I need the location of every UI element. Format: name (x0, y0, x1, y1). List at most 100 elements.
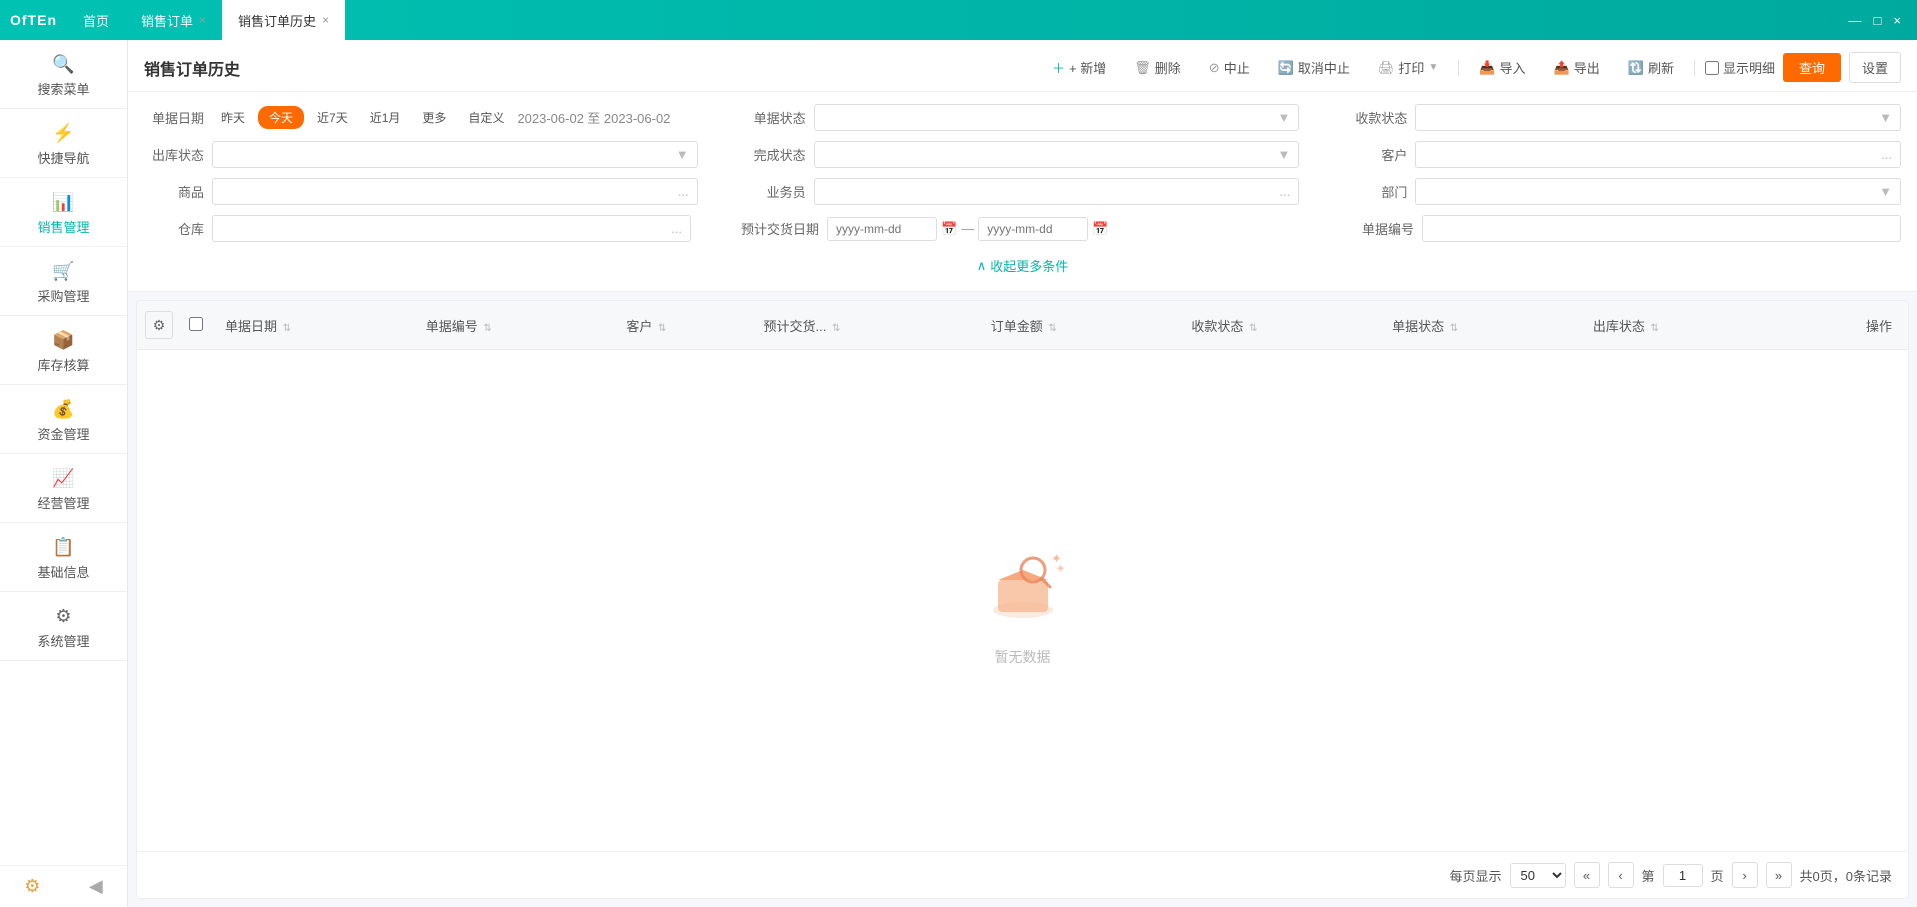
salesperson-dots-icon[interactable]: ... (1280, 184, 1291, 199)
export-button[interactable]: 📤 导出 (1544, 53, 1610, 82)
th-date-sort-icon[interactable]: ⇅ (283, 323, 291, 334)
bill-status-arrow-icon: ▼ (1277, 110, 1290, 125)
delivery-start-cal-icon[interactable]: 📅 (941, 221, 957, 237)
date-btn-today[interactable]: 今天 (258, 106, 304, 129)
th-amount-sort-icon[interactable]: ⇅ (1048, 323, 1056, 334)
page-title: 销售订单历史 (144, 56, 240, 80)
sidebar-collapse-icon[interactable]: ◀ (89, 876, 103, 897)
date-btn-1month[interactable]: 近1月 (361, 106, 410, 129)
th-date: 单据日期 ⇅ (217, 301, 418, 350)
sidebar-item-quick-nav[interactable]: ⚡ 快捷导航 (0, 109, 127, 178)
refresh-button[interactable]: 🔃 刷新 (1618, 53, 1684, 82)
date-btn-custom[interactable]: 自定义 (459, 106, 513, 129)
th-receipt-sort-icon[interactable]: ⇅ (1249, 323, 1257, 334)
delivery-date-start-input[interactable] (827, 217, 937, 241)
table-settings-icon[interactable]: ⚙ (145, 311, 173, 339)
goods-input[interactable]: ... (212, 178, 698, 205)
goods-dots-icon[interactable]: ... (678, 184, 689, 199)
new-button[interactable]: ＋ + 新增 (1042, 53, 1116, 82)
content-area: 销售订单历史 ＋ + 新增 🗑 删除 ⊘ 中止 🔄 取消中止 (128, 40, 1917, 907)
delete-button[interactable]: 🗑 删除 (1124, 53, 1191, 82)
date-btn-more[interactable]: 更多 (413, 106, 455, 129)
sidebar-item-quick-nav-label: 快捷导航 (37, 148, 89, 167)
date-btn-7days[interactable]: 近7天 (308, 106, 357, 129)
bill-status-select[interactable]: ▼ (814, 104, 1300, 131)
select-all-checkbox[interactable] (189, 317, 203, 331)
warehouse-input[interactable]: ... (212, 215, 691, 242)
cancel-stop-button[interactable]: 🔄 取消中止 (1268, 53, 1360, 82)
date-btn-yesterday[interactable]: 昨天 (212, 106, 254, 129)
sidebar-item-sales[interactable]: 📊 销售管理 (0, 178, 127, 247)
import-button[interactable]: 📥 导入 (1469, 53, 1535, 82)
table-area: ⚙ 单据日期 ⇅ 单据编号 ⇅ (136, 300, 1909, 899)
pagination: 每页显示 50 10 20 100 « ‹ 第 页 › » 共0页，0条记录 (137, 851, 1908, 898)
th-out-status-sort-icon[interactable]: ⇅ (1650, 323, 1658, 334)
close-tab-history-icon[interactable]: × (322, 13, 329, 27)
dept-select[interactable]: ▼ (1415, 178, 1901, 205)
th-delivery: 预计交货... ⇅ (756, 301, 983, 350)
print-button[interactable]: 🖨 打印 ▼ (1368, 53, 1448, 82)
new-icon: ＋ (1052, 58, 1065, 77)
last-page-button[interactable]: » (1766, 862, 1792, 888)
sidebar-item-base-label: 基础信息 (37, 562, 89, 581)
delivery-date-end-input[interactable] (978, 217, 1088, 241)
out-status-select[interactable]: ▼ (212, 141, 698, 168)
toolbar-divider2 (1694, 60, 1695, 76)
table-header-row: ⚙ 单据日期 ⇅ 单据编号 ⇅ (137, 301, 1908, 350)
sidebar-item-inventory[interactable]: 📦 库存核算 (0, 316, 127, 385)
sidebar-item-finance[interactable]: 💰 资金管理 (0, 385, 127, 454)
salesperson-input[interactable]: ... (814, 178, 1300, 205)
th-checkbox (181, 301, 217, 350)
dept-label: 部门 (1347, 182, 1407, 201)
complete-status-select[interactable]: ▼ (814, 141, 1300, 168)
sidebar-item-search-menu[interactable]: 🔍 搜索菜单 (0, 40, 127, 109)
minimize-icon[interactable]: — (1849, 13, 1862, 28)
date-filter-label: 单据日期 (144, 108, 204, 127)
brand-logo: OfTEn (0, 12, 67, 28)
next-page-button[interactable]: › (1732, 862, 1758, 888)
tab-sales-order[interactable]: 销售订单 × (125, 0, 222, 40)
show-detail-checkbox[interactable] (1705, 61, 1719, 75)
sidebar-bottom: ⚙ ◀ (0, 865, 127, 907)
receipt-status-arrow-icon: ▼ (1879, 110, 1892, 125)
complete-status-label: 完成状态 (746, 145, 806, 164)
per-page-select[interactable]: 50 10 20 100 (1510, 863, 1566, 888)
prev-page-button[interactable]: ‹ (1608, 862, 1634, 888)
tab-home[interactable]: 首页 (67, 0, 125, 40)
warehouse-dots-icon[interactable]: ... (671, 221, 682, 236)
delivery-end-cal-icon[interactable]: 📅 (1092, 221, 1108, 237)
sidebar-item-system[interactable]: ⚙ 系统管理 (0, 592, 127, 661)
settings-button[interactable]: 设置 (1849, 52, 1901, 83)
th-out-status: 出库状态 ⇅ (1585, 301, 1786, 350)
th-delivery-sort-icon[interactable]: ⇅ (832, 323, 840, 334)
first-page-button[interactable]: « (1574, 862, 1600, 888)
query-button[interactable]: 查询 (1783, 53, 1841, 82)
th-receipt: 收款状态 ⇅ (1183, 301, 1384, 350)
sidebar-item-inventory-label: 库存核算 (37, 355, 89, 374)
date-filter-buttons: 昨天 今天 近7天 近1月 更多 自定义 2023-06-02 至 2023-0… (212, 106, 670, 129)
sidebar-item-operations[interactable]: 📈 经营管理 (0, 454, 127, 523)
tab-sales-order-history[interactable]: 销售订单历史 × (222, 0, 345, 40)
tab-sales-order-label: 销售订单 (141, 11, 193, 30)
bill-no-input[interactable] (1422, 215, 1901, 242)
customer-input[interactable]: ... (1415, 141, 1901, 168)
delivery-date-control: 📅 — 📅 (827, 217, 1306, 241)
th-delivery-label: 预计交货... (764, 319, 827, 334)
sidebar-item-base[interactable]: 📋 基础信息 (0, 523, 127, 592)
th-customer-sort-icon[interactable]: ⇅ (658, 323, 666, 334)
close-window-icon[interactable]: × (1893, 13, 1901, 28)
sidebar-settings-icon[interactable]: ⚙ (24, 876, 40, 897)
complete-status-arrow-icon: ▼ (1277, 147, 1290, 162)
bill-status-control: ▼ (814, 104, 1300, 131)
collapse-bar[interactable]: ∧ 收起更多条件 (144, 252, 1901, 279)
th-no-sort-icon[interactable]: ⇅ (483, 323, 491, 334)
close-tab-sales-order-icon[interactable]: × (199, 13, 206, 27)
page-number-input[interactable] (1663, 864, 1703, 887)
stop-button[interactable]: ⊘ 中止 (1199, 53, 1260, 82)
maximize-icon[interactable]: □ (1874, 13, 1882, 28)
th-bill-status-sort-icon[interactable]: ⇅ (1450, 323, 1458, 334)
sidebar-item-finance-label: 资金管理 (37, 424, 89, 443)
receipt-status-select[interactable]: ▼ (1415, 104, 1901, 131)
sidebar-item-purchase[interactable]: 🛒 采购管理 (0, 247, 127, 316)
customer-dots-icon[interactable]: ... (1881, 147, 1892, 162)
